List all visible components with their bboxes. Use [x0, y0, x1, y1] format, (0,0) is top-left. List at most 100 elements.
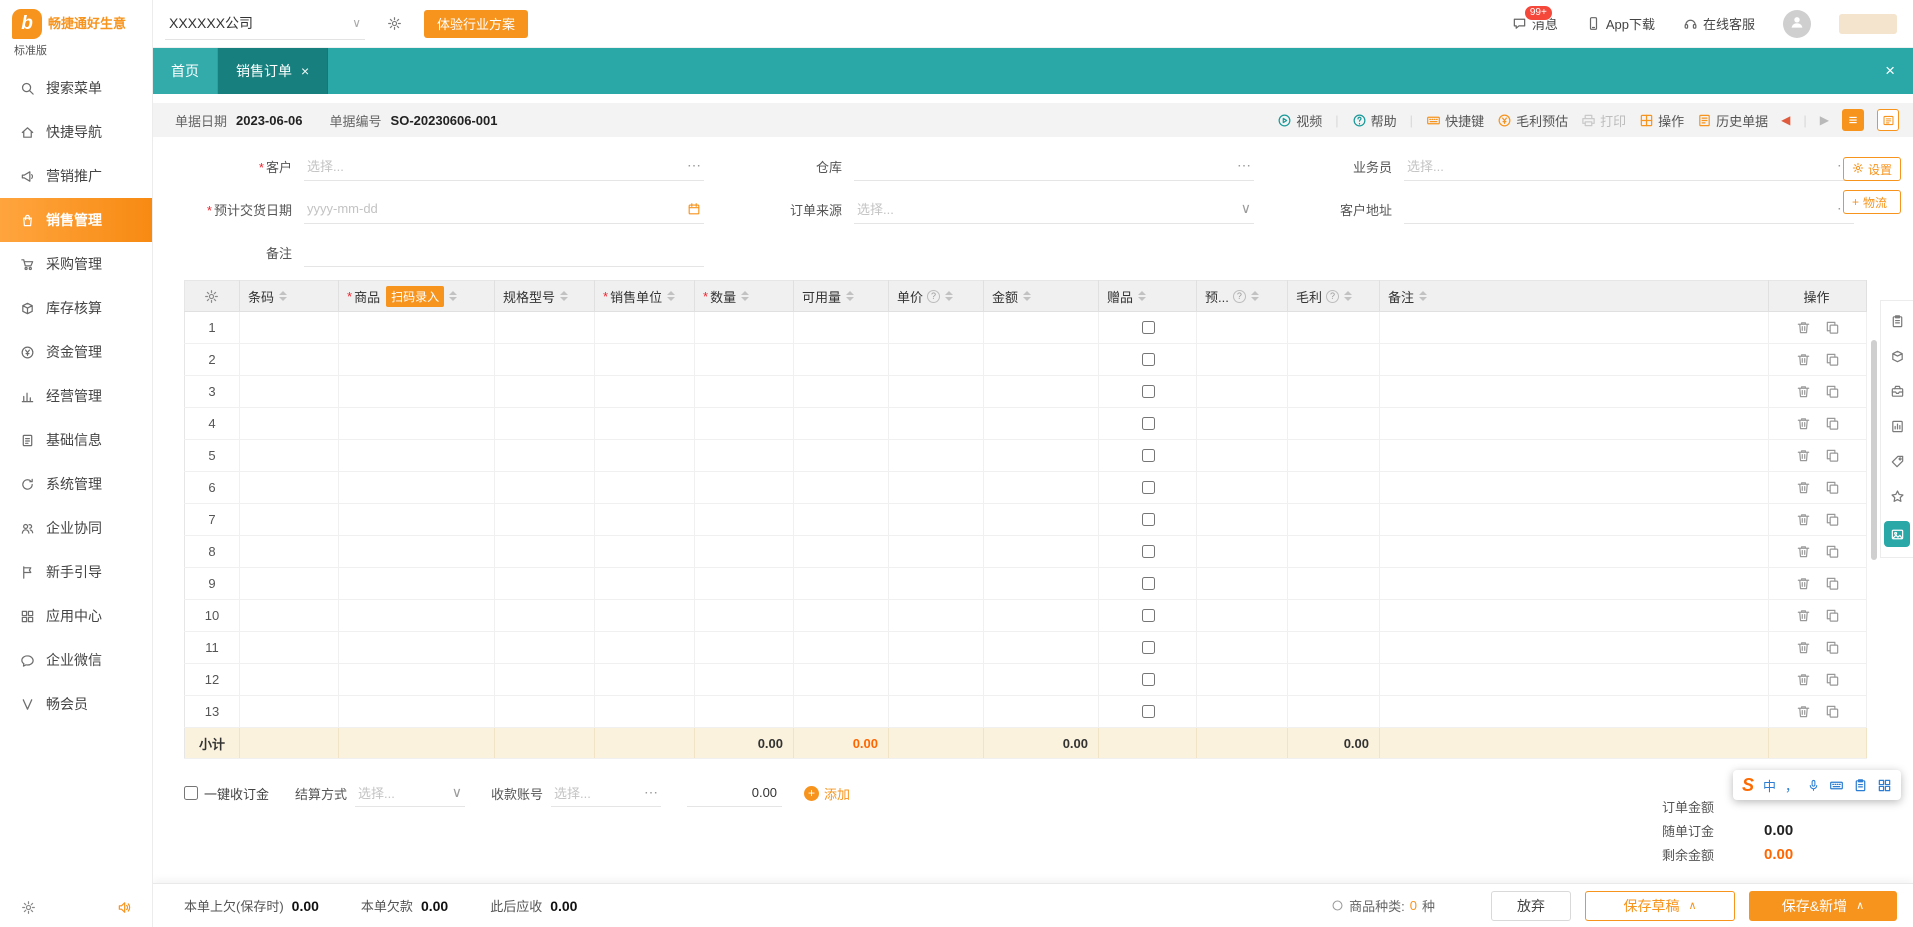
cell-unit[interactable]	[594, 631, 695, 664]
cell-amount[interactable]	[983, 663, 1099, 696]
sidebar-item-purchase-management[interactable]: 采购管理	[0, 242, 152, 286]
cell-spec[interactable]	[494, 567, 595, 600]
sidebar-item-member[interactable]: 畅会员	[0, 682, 152, 726]
cell-profit[interactable]	[1287, 631, 1380, 664]
cell-pre[interactable]	[1196, 471, 1288, 504]
customer-field[interactable]: 选择... ⋯	[304, 151, 704, 181]
cell-barcode[interactable]	[239, 311, 339, 344]
cell-available[interactable]	[793, 663, 889, 696]
cell-unit[interactable]	[594, 407, 695, 440]
col-gift[interactable]: 赠品	[1098, 280, 1197, 312]
cell-amount[interactable]	[983, 471, 1099, 504]
copy-row-icon[interactable]	[1825, 672, 1840, 687]
app-download-button[interactable]: App下载	[1586, 14, 1655, 33]
settings-button[interactable]: 设置	[1842, 157, 1901, 181]
copy-row-icon[interactable]	[1825, 576, 1840, 591]
save-draft-button[interactable]: 保存草稿 ∧	[1585, 890, 1735, 921]
cell-profit[interactable]	[1287, 695, 1380, 728]
report-icon[interactable]	[1887, 416, 1907, 436]
cell-profit[interactable]	[1287, 471, 1380, 504]
gear-icon[interactable]	[387, 16, 402, 31]
tab-home[interactable]: 首页	[153, 48, 218, 94]
gift-checkbox[interactable]	[1141, 641, 1155, 654]
cell-pre[interactable]	[1196, 663, 1288, 696]
cell-amount[interactable]	[983, 375, 1099, 408]
col-qty[interactable]: * 数量	[694, 280, 794, 312]
cell-pre[interactable]	[1196, 343, 1288, 376]
add-deposit-button[interactable]: + 添加	[804, 784, 850, 803]
one-click-deposit-checkbox[interactable]	[184, 786, 198, 800]
copy-row-icon[interactable]	[1825, 704, 1840, 719]
cell-product[interactable]	[338, 503, 495, 536]
cell-unit[interactable]	[594, 471, 695, 504]
toolbar-history[interactable]: 历史单据	[1697, 111, 1768, 130]
cell-amount[interactable]	[983, 695, 1099, 728]
cell-price[interactable]	[888, 663, 984, 696]
cell-note[interactable]	[1379, 599, 1769, 632]
cell-spec[interactable]	[494, 407, 595, 440]
delete-row-icon[interactable]	[1796, 576, 1811, 591]
sidebar-item-marketing[interactable]: 营销推广	[0, 154, 152, 198]
cell-barcode[interactable]	[239, 535, 339, 568]
cell-note[interactable]	[1379, 535, 1769, 568]
gift-checkbox[interactable]	[1141, 321, 1155, 334]
warehouse-field[interactable]: ⋯	[854, 151, 1254, 181]
cell-qty[interactable]	[694, 535, 794, 568]
gift-checkbox[interactable]	[1141, 385, 1155, 398]
cell-profit[interactable]	[1287, 503, 1380, 536]
cell-barcode[interactable]	[239, 567, 339, 600]
ime-keyboard-icon[interactable]	[1829, 778, 1844, 793]
col-spec[interactable]: 规格型号	[494, 280, 595, 312]
copy-row-icon[interactable]	[1825, 640, 1840, 655]
cell-profit[interactable]	[1287, 663, 1380, 696]
more-icon[interactable]: ⋯	[1237, 157, 1251, 174]
cell-barcode[interactable]	[239, 471, 339, 504]
cell-available[interactable]	[793, 567, 889, 600]
cell-spec[interactable]	[494, 375, 595, 408]
doc-date-value[interactable]: 2023-06-06	[236, 113, 303, 128]
cell-unit[interactable]	[594, 599, 695, 632]
cell-spec[interactable]	[494, 471, 595, 504]
col-note[interactable]: 备注	[1379, 280, 1769, 312]
delete-row-icon[interactable]	[1796, 640, 1811, 655]
cell-profit[interactable]	[1287, 407, 1380, 440]
cell-barcode[interactable]	[239, 407, 339, 440]
calendar-icon[interactable]	[687, 202, 701, 216]
cell-spec[interactable]	[494, 695, 595, 728]
copy-row-icon[interactable]	[1825, 416, 1840, 431]
cell-barcode[interactable]	[239, 663, 339, 696]
cell-profit[interactable]	[1287, 439, 1380, 472]
messages-button[interactable]: 消息 99+	[1512, 5, 1558, 33]
more-icon[interactable]: ⋯	[644, 784, 658, 801]
cell-available[interactable]	[793, 407, 889, 440]
gallery-icon[interactable]	[1884, 521, 1910, 547]
cell-qty[interactable]	[694, 663, 794, 696]
cell-qty[interactable]	[694, 311, 794, 344]
order-source-field[interactable]: 选择... ∨	[854, 194, 1254, 224]
cell-product[interactable]	[338, 375, 495, 408]
list-view-toggle[interactable]: ≡	[1842, 109, 1864, 131]
delete-row-icon[interactable]	[1796, 416, 1811, 431]
cell-profit[interactable]	[1287, 599, 1380, 632]
sidebar-item-system-management[interactable]: 系统管理	[0, 462, 152, 506]
cell-qty[interactable]	[694, 439, 794, 472]
cell-unit[interactable]	[594, 311, 695, 344]
settlement-select[interactable]: 选择... ∨	[355, 779, 466, 807]
ime-clipboard-icon[interactable]	[1853, 778, 1868, 793]
save-and-new-button[interactable]: 保存&新增 ∧	[1749, 890, 1897, 921]
logistics-button[interactable]: + 物流	[1842, 190, 1901, 214]
delete-row-icon[interactable]	[1796, 512, 1811, 527]
cell-spec[interactable]	[494, 439, 595, 472]
cell-unit[interactable]	[594, 567, 695, 600]
cell-amount[interactable]	[983, 311, 1099, 344]
cell-note[interactable]	[1379, 663, 1769, 696]
gift-checkbox[interactable]	[1141, 609, 1155, 622]
cell-profit[interactable]	[1287, 535, 1380, 568]
toolbar-video[interactable]: 视频	[1277, 111, 1322, 130]
more-icon[interactable]: ⋯	[687, 157, 701, 174]
detail-view-toggle[interactable]	[1877, 109, 1899, 131]
cell-price[interactable]	[888, 535, 984, 568]
gift-checkbox[interactable]	[1141, 513, 1155, 526]
salesperson-field[interactable]: 选择... ⋯	[1404, 151, 1854, 181]
toolbar-print[interactable]: 打印	[1581, 111, 1626, 130]
